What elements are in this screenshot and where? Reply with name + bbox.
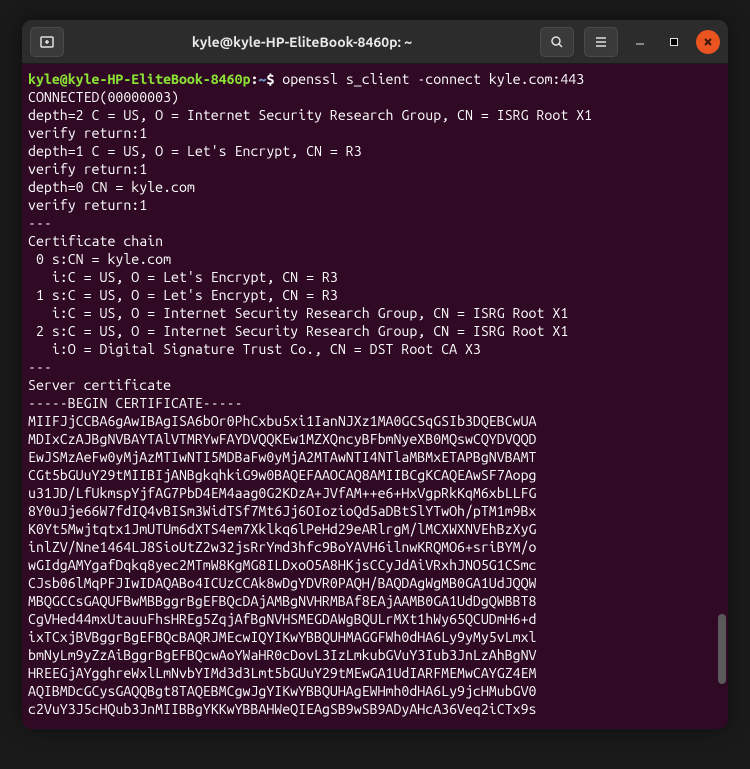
- maximize-button[interactable]: [662, 30, 686, 54]
- output-line: -----BEGIN CERTIFICATE-----: [28, 394, 722, 412]
- output-line: ---: [28, 358, 722, 376]
- output-line: CONNECTED(00000003): [28, 88, 722, 106]
- close-button[interactable]: [696, 30, 720, 54]
- close-icon: [703, 37, 713, 47]
- output-line: wGIdgAMYgafDqkq8yec2MTmW8KgMG8ILDxoO5A8H…: [28, 556, 722, 574]
- command-text: openssl s_client -connect kyle.com:443: [274, 71, 584, 87]
- search-icon: [549, 34, 565, 50]
- output-line: 2 s:C = US, O = Internet Security Resear…: [28, 322, 722, 340]
- terminal-body[interactable]: kyle@kyle-HP-EliteBook-8460p:~$ openssl …: [22, 64, 728, 729]
- hamburger-icon: [593, 34, 609, 50]
- output-line: verify return:1: [28, 124, 722, 142]
- minimize-button[interactable]: [628, 30, 652, 54]
- output-line: c2VuY3J5cHQub3JnMIIBBgYKKwYBBAHWeQIEAgSB…: [28, 700, 722, 718]
- prompt-line: kyle@kyle-HP-EliteBook-8460p:~$ openssl …: [28, 70, 722, 88]
- output-line: Certificate chain: [28, 232, 722, 250]
- output-line: MDIxCzAJBgNVBAYTAlVTMRYwFAYDVQQKEw1MZXQn…: [28, 430, 722, 448]
- terminal-window: kyle@kyle-HP-EliteBook-8460p: ~ kyle@kyl…: [22, 20, 728, 729]
- output-line: ---: [28, 214, 722, 232]
- output-line: 1 s:C = US, O = Let's Encrypt, CN = R3: [28, 286, 722, 304]
- output-line: i:C = US, O = Internet Security Research…: [28, 304, 722, 322]
- output-line: inlZV/Nne1464LJ8SioUtZ2w32jsRrYmd3hfc9Bo…: [28, 538, 722, 556]
- output-line: depth=2 C = US, O = Internet Security Re…: [28, 106, 722, 124]
- output-line: Server certificate: [28, 376, 722, 394]
- output-line: depth=0 CN = kyle.com: [28, 178, 722, 196]
- output-line: bmNyLm9yZzAiBggrBgEFBQcwAoYWaHR0cDovL3Iz…: [28, 646, 722, 664]
- new-tab-button[interactable]: [30, 27, 64, 57]
- output-line: depth=1 C = US, O = Let's Encrypt, CN = …: [28, 142, 722, 160]
- output-line: HREEGjAYgghreWxlLmNvbYIMd3d3Lmt5bGUuY29t…: [28, 664, 722, 682]
- output-line: MBQGCCsGAQUFBwMBBggrBgEFBQcDAjAMBgNVHRMB…: [28, 592, 722, 610]
- output-line: i:O = Digital Signature Trust Co., CN = …: [28, 340, 722, 358]
- output-line: verify return:1: [28, 196, 722, 214]
- maximize-icon: [669, 37, 679, 47]
- output-line: AQIBMDcGCysGAQQBgt8TAQEBMCgwJgYIKwYBBQUH…: [28, 682, 722, 700]
- menu-button[interactable]: [584, 27, 618, 57]
- new-tab-icon: [39, 34, 55, 50]
- output-line: i:C = US, O = Let's Encrypt, CN = R3: [28, 268, 722, 286]
- output-line: EwJSMzAeFw0yMjAzMTIwNTI5MDBaFw0yMjA2MTAw…: [28, 448, 722, 466]
- output-line: CGt5bGUuY29tMIIBIjANBgkqhkiG9w0BAQEFAAOC…: [28, 466, 722, 484]
- output-container: CONNECTED(00000003)depth=2 C = US, O = I…: [28, 88, 722, 718]
- scrollbar-thumb[interactable]: [718, 614, 726, 684]
- output-line: u31JD/LfUkmspYjfAG7PbD4EM4aag0G2KDzA+JVf…: [28, 484, 722, 502]
- output-line: ixTCxjBVBggrBgEFBQcBAQRJMEcwIQYIKwYBBQUH…: [28, 628, 722, 646]
- output-line: 0 s:CN = kyle.com: [28, 250, 722, 268]
- output-line: MIIFJjCCBA6gAwIBAgISA6bOr0PhCxbu5xi1IanN…: [28, 412, 722, 430]
- output-line: verify return:1: [28, 160, 722, 178]
- output-line: CgVHed44mxUtauuFhsHREg5ZqjAfBgNVHSMEGDAW…: [28, 610, 722, 628]
- prompt-user-host: kyle@kyle-HP-EliteBook-8460p: [28, 71, 250, 87]
- titlebar: kyle@kyle-HP-EliteBook-8460p: ~: [22, 20, 728, 64]
- output-line: 8Y0uJje66W7fdIQ4vBISm3WidTSf7Mt6Jj6OIozi…: [28, 502, 722, 520]
- output-line: CJsb06lMqPFJIwIDAQABo4ICUzCCAk8wDgYDVR0P…: [28, 574, 722, 592]
- output-line: K0Yt5Mwjtqtx1JmUTUm6dXTS4em7Xklkq6lPeHd2…: [28, 520, 722, 538]
- search-button[interactable]: [540, 27, 574, 57]
- minimize-icon: [635, 37, 645, 47]
- window-title: kyle@kyle-HP-EliteBook-8460p: ~: [70, 34, 534, 50]
